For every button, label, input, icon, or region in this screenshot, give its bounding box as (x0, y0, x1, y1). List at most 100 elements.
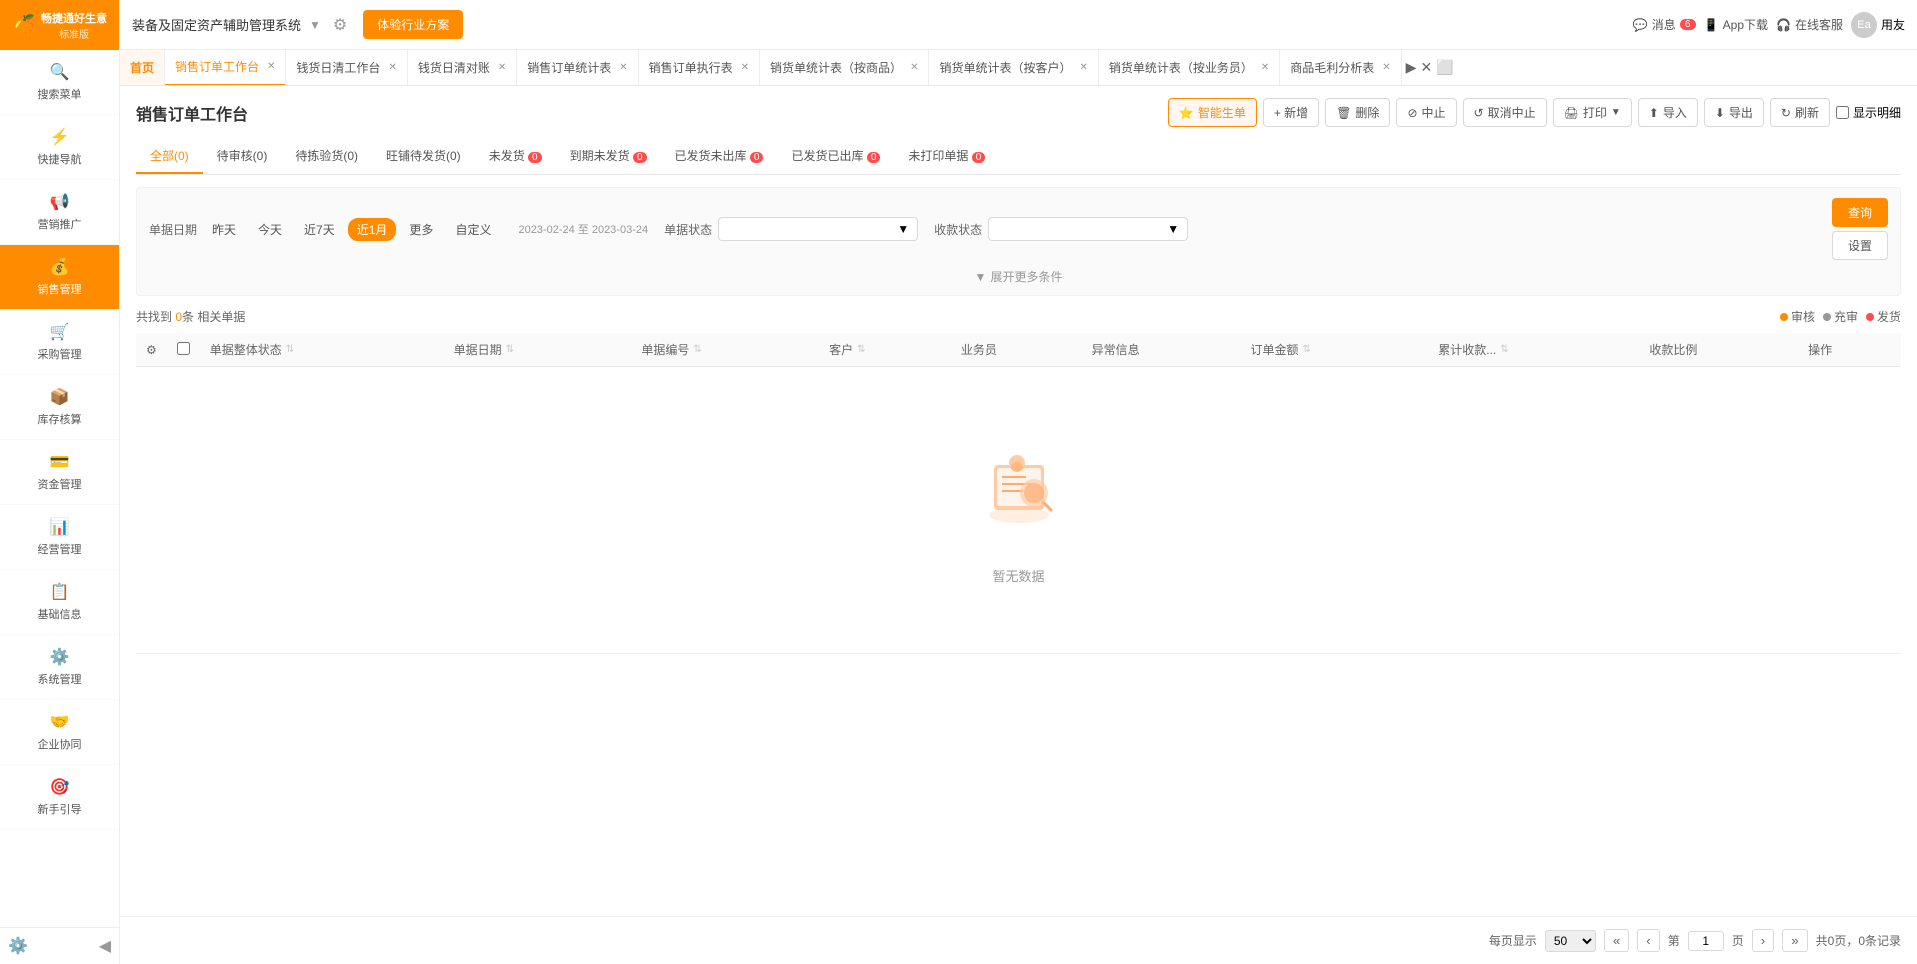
subtab-overdue-not-shipped[interactable]: 到期未发货 0 (556, 139, 661, 174)
subtab-not-shipped[interactable]: 未发货 0 (475, 139, 556, 174)
smart-create-btn[interactable]: ⭐ 智能生单 (1168, 98, 1257, 127)
subtab-wangpu[interactable]: 旺铺待发货(0) (372, 139, 475, 174)
tab-sales-exec-close[interactable]: ✕ (741, 62, 749, 73)
last-page-btn[interactable]: » (1782, 929, 1807, 952)
subtab-shipped-not-out[interactable]: 已发货未出库 0 (661, 139, 778, 174)
prev-page-btn[interactable]: ‹ (1637, 929, 1659, 952)
tabs-prev-icon[interactable]: ▶ (1406, 59, 1417, 76)
star-icon: ⭐ (1179, 106, 1194, 120)
date-btn-custom[interactable]: 自定义 (446, 218, 500, 241)
next-page-btn[interactable]: › (1752, 929, 1774, 952)
user-label: 用友 (1881, 16, 1905, 33)
tabs-close-icon[interactable]: ✕ (1420, 59, 1432, 76)
user-menu[interactable]: Ea 用友 (1851, 12, 1905, 38)
tab-sales-by-customer[interactable]: 销货单统计表（按客户） ✕ (929, 50, 1098, 86)
tab-sales-by-staff[interactable]: 销货单统计表（按业务员） ✕ (1099, 50, 1280, 86)
sidebar-item-finance[interactable]: 💳 资金管理 (0, 440, 119, 505)
quicknav-icon: ⚡ (50, 127, 70, 147)
audit-label: 审核 (1791, 308, 1815, 325)
subtab-pending-check[interactable]: 待拣验货(0) (281, 139, 372, 174)
sidebar-item-system[interactable]: ⚙️ 系统管理 (0, 635, 119, 700)
sort-date-icon[interactable]: ⇅ (506, 344, 514, 355)
experience-btn[interactable]: 体验行业方案 (363, 10, 463, 39)
tab-cash-reconcile-close[interactable]: ✕ (498, 62, 506, 73)
tab-cash-reconcile[interactable]: 钱货日清对账 ✕ (408, 50, 517, 86)
delete-btn[interactable]: 🗑 删除 (1325, 98, 1390, 127)
sort-number-icon[interactable]: ⇅ (693, 344, 701, 355)
sort-status-icon[interactable]: ⇅ (286, 344, 294, 355)
tab-sales-by-product-close[interactable]: ✕ (910, 62, 918, 73)
refresh-btn[interactable]: ↻ 刷新 (1770, 98, 1830, 127)
settings-icon[interactable]: ⚙️ (8, 936, 28, 956)
th-collected-label: 累计收款... (1438, 341, 1496, 358)
sort-amount-icon[interactable]: ⇅ (1302, 344, 1310, 355)
subtab-not-printed[interactable]: 未打印单据 0 (894, 139, 999, 174)
tab-product-margin-close[interactable]: ✕ (1382, 62, 1390, 73)
app-download-action[interactable]: 📱 App下载 (1704, 16, 1768, 33)
print-btn[interactable]: 🖨 打印 ▼ (1553, 98, 1632, 127)
message-action[interactable]: 💬 消息 6 (1633, 16, 1696, 33)
tab-sales-workbench[interactable]: 销售订单工作台 ✕ (165, 50, 286, 86)
import-btn[interactable]: ⬆ 导入 (1638, 98, 1698, 127)
page-input[interactable] (1688, 931, 1724, 951)
export-btn[interactable]: ⬇ 导出 (1704, 98, 1764, 127)
show-detail-checkbox[interactable] (1836, 106, 1849, 119)
tab-sales-exec[interactable]: 销售订单执行表 ✕ (639, 50, 760, 86)
expand-icon: ▼ (975, 270, 987, 284)
tab-sales-by-product[interactable]: 销货单统计表（按商品） ✕ (760, 50, 929, 86)
tab-sales-by-customer-close[interactable]: ✕ (1079, 62, 1087, 73)
tab-sales-workbench-close[interactable]: ✕ (267, 61, 275, 72)
date-btn-today[interactable]: 今天 (249, 218, 291, 241)
date-btn-yesterday[interactable]: 昨天 (203, 218, 245, 241)
ship-op-btn[interactable]: 发货 (1866, 308, 1901, 325)
tab-sales-stats[interactable]: 销售订单统计表 ✕ (517, 50, 638, 86)
sidebar-item-purchase[interactable]: 🛒 采购管理 (0, 310, 119, 375)
add-btn[interactable]: + 新增 (1263, 98, 1319, 127)
tabs-fullscreen-icon[interactable]: ⬜ (1436, 59, 1453, 76)
select-all-checkbox[interactable] (177, 342, 190, 355)
payment-select[interactable]: ▼ (988, 217, 1188, 241)
subtab-shipped-out[interactable]: 已发货已出库 0 (777, 139, 894, 174)
collapse-icon[interactable]: ◀ (99, 936, 111, 956)
sidebar-item-enterprise[interactable]: 🤝 企业协同 (0, 700, 119, 765)
subtab-all[interactable]: 全部(0) (136, 139, 203, 174)
sort-collected-icon[interactable]: ⇅ (1500, 344, 1508, 355)
date-btn-1month[interactable]: 近1月 (348, 218, 397, 241)
audit-dot (1780, 313, 1788, 321)
th-settings[interactable]: ⚙ (136, 333, 167, 367)
tab-product-margin[interactable]: 商品毛利分析表 ✕ (1280, 50, 1401, 86)
tab-cash-daily[interactable]: 钱货日清工作台 ✕ (286, 50, 407, 86)
sidebar-item-quicknav[interactable]: ⚡ 快捷导航 (0, 115, 119, 180)
settings-gear-icon[interactable]: ⚙ (333, 15, 347, 35)
revoke-op-btn[interactable]: 充审 (1823, 308, 1858, 325)
expand-conditions-btn[interactable]: ▼ 展开更多条件 (975, 268, 1063, 285)
date-btn-more[interactable]: 更多 (400, 218, 442, 241)
cancel-stop-btn[interactable]: ↺ 取消中止 (1463, 98, 1547, 127)
sidebar-item-marketing[interactable]: 📢 营销推广 (0, 180, 119, 245)
sidebar-item-sales[interactable]: 💰 销售管理 (0, 245, 119, 310)
show-detail-checkbox-container[interactable]: 显示明细 (1836, 104, 1901, 121)
sidebar-item-operations[interactable]: 📊 经营管理 (0, 505, 119, 570)
sidebar-item-inventory[interactable]: 📦 库存核算 (0, 375, 119, 440)
sidebar-item-search[interactable]: 🔍 搜索菜单 (0, 50, 119, 115)
setting-btn[interactable]: 设置 (1832, 231, 1888, 260)
th-checkbox[interactable] (167, 333, 200, 367)
status-select[interactable]: ▼ (718, 217, 918, 241)
sidebar-item-guide[interactable]: 🎯 新手引导 (0, 765, 119, 830)
subtab-pending-audit[interactable]: 待审核(0) (203, 139, 282, 174)
tab-home[interactable]: 首页 (120, 50, 165, 86)
tab-sales-stats-close[interactable]: ✕ (619, 62, 627, 73)
stop-btn[interactable]: ⊘ 中止 (1396, 98, 1456, 127)
import-label: 导入 (1663, 104, 1687, 121)
status-filter-label: 单据状态 (664, 221, 712, 238)
sidebar-item-basic[interactable]: 📋 基础信息 (0, 570, 119, 635)
tab-sales-by-staff-close[interactable]: ✕ (1261, 62, 1269, 73)
first-page-btn[interactable]: « (1604, 929, 1629, 952)
tab-cash-daily-close[interactable]: ✕ (388, 62, 396, 73)
per-page-select[interactable]: 10 20 50 100 (1545, 930, 1596, 952)
query-btn[interactable]: 查询 (1832, 198, 1888, 227)
online-service-action[interactable]: 🎧 在线客服 (1776, 16, 1843, 33)
date-btn-7days[interactable]: 近7天 (295, 218, 344, 241)
sort-customer-icon[interactable]: ⇅ (857, 344, 865, 355)
audit-op-btn[interactable]: 审核 (1780, 308, 1815, 325)
